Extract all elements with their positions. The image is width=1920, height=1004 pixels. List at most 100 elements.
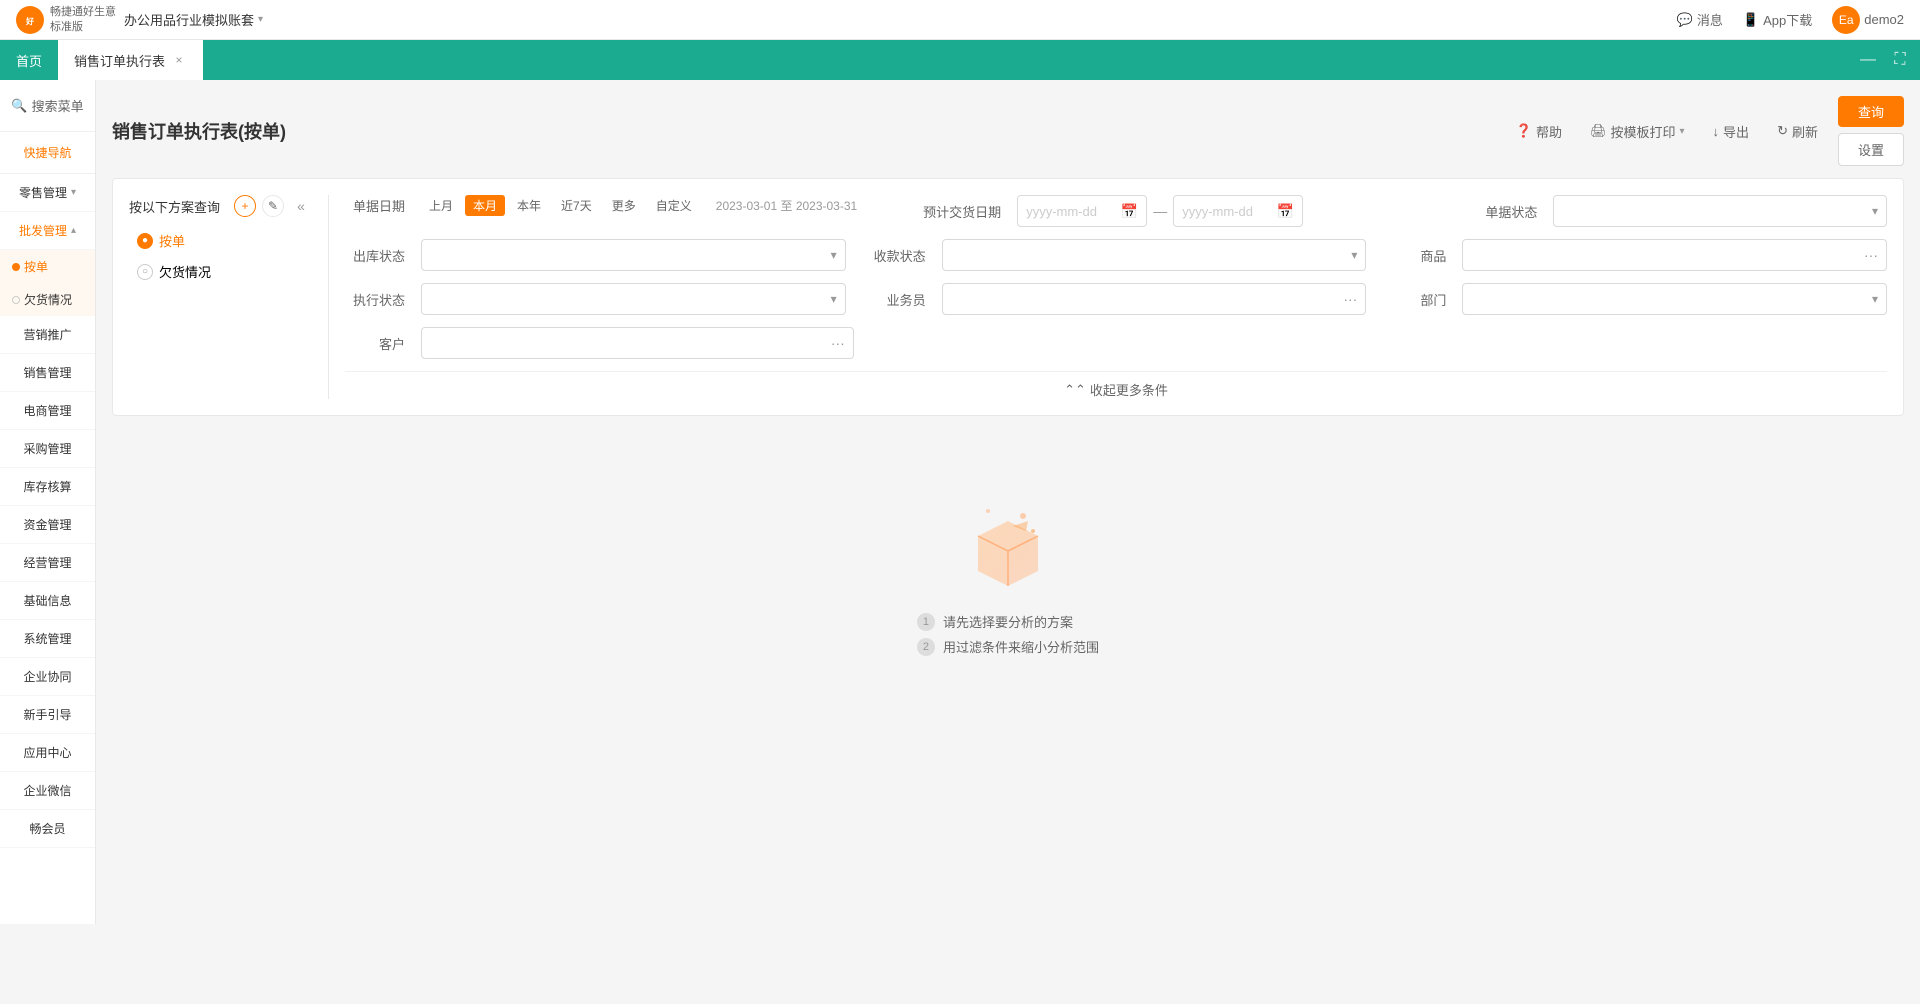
sidebar-item-purchasing[interactable]: 采购管理	[0, 430, 95, 468]
sidebar-item-onboarding[interactable]: 新手引导	[0, 696, 95, 734]
sidebar-item-members[interactable]: 畅会员	[0, 810, 95, 848]
date-tab-this-year[interactable]: 本年	[509, 195, 549, 216]
collapse-panel-button[interactable]: «	[290, 195, 312, 217]
chevron-down-icon: ▾	[1351, 248, 1357, 262]
help-button[interactable]: ❓ 帮助	[1508, 118, 1570, 145]
refresh-icon: ↻	[1777, 123, 1788, 139]
edit-scheme-button[interactable]: ✎	[262, 195, 284, 217]
app-download-button[interactable]: 📱 App下载	[1743, 10, 1812, 29]
tab-minimize-button[interactable]: —	[1856, 48, 1880, 72]
inactive-scheme-dot: ○	[137, 264, 153, 280]
top-header: 好 畅捷通好生意 标准版 办公用品行业模拟账套 ▾ 💬 消息 📱 App下载 E…	[0, 0, 1920, 40]
sidebar-item-ecommerce[interactable]: 电商管理	[0, 392, 95, 430]
filter-left-actions: + ✎ «	[234, 195, 312, 217]
salesperson-select[interactable]: ···	[942, 283, 1367, 315]
salesperson-field: 业务员 ···	[866, 283, 1367, 315]
date-tab-last-7-days[interactable]: 近7天	[553, 195, 600, 216]
empty-step-2: 2 用过滤条件来缩小分析范围	[917, 637, 1099, 656]
user-profile[interactable]: Ea demo2	[1832, 6, 1904, 34]
avatar: Ea	[1832, 6, 1860, 34]
search-icon: 🔍	[11, 98, 27, 114]
delivery-date-end-input[interactable]: yyyy-mm-dd 📅	[1173, 195, 1303, 227]
date-input-group: yyyy-mm-dd 📅 — yyyy-mm-dd 📅	[1017, 195, 1303, 227]
department-label: 部门	[1386, 290, 1446, 309]
goods-select[interactable]: ···	[1462, 239, 1887, 271]
help-icon: ❓	[1516, 123, 1532, 139]
tab-home[interactable]: 首页	[0, 40, 58, 80]
goods-label: 商品	[1386, 246, 1446, 265]
date-tab-custom[interactable]: 自定义	[648, 195, 700, 216]
sidebar-item-inventory[interactable]: 库存核算	[0, 468, 95, 506]
goods-field: 商品 ···	[1386, 239, 1887, 271]
collapse-more-button[interactable]: ⌃⌃ 收起更多条件	[1064, 380, 1168, 399]
delivery-status-select[interactable]: ▾	[421, 239, 846, 271]
inactive-dot-icon	[12, 296, 20, 304]
step-number-1: 1	[917, 613, 935, 631]
tab-close-icon[interactable]: ×	[171, 52, 187, 68]
delivery-status-label: 出库状态	[345, 246, 405, 265]
sidebar-item-enterprise-wechat[interactable]: 企业微信	[0, 772, 95, 810]
delivery-date-start-input[interactable]: yyyy-mm-dd 📅	[1017, 195, 1147, 227]
sidebar-quick-nav[interactable]: 快捷导航	[0, 132, 95, 174]
sidebar-item-operations[interactable]: 经营管理	[0, 544, 95, 582]
page-actions: ❓ 帮助 🖨 按模板打印 ▾ ↓ 导出 ↻ 刷新 查询	[1508, 96, 1904, 166]
messages-button[interactable]: 💬 消息	[1677, 10, 1723, 29]
empty-state-icon	[958, 496, 1058, 596]
department-select[interactable]: ▾	[1462, 283, 1887, 315]
sidebar-item-basic-info[interactable]: 基础信息	[0, 582, 95, 620]
date-field-label: 单据日期	[345, 196, 405, 215]
print-icon: 🖨	[1590, 123, 1607, 139]
submenu-item-shortage[interactable]: 欠货情况	[0, 283, 95, 316]
submenu-item-by-order[interactable]: 按单	[0, 250, 95, 283]
salesperson-label: 业务员	[866, 290, 926, 309]
logo-icon: 好	[16, 6, 44, 34]
download-icon: 📱	[1743, 12, 1759, 28]
date-filter: 上月 本月 本年 近7天 更多 自定义 2023-03-01 至 2023-03…	[421, 195, 857, 216]
sidebar-item-sales[interactable]: 销售管理	[0, 354, 95, 392]
settings-button[interactable]: 设置	[1838, 133, 1904, 166]
status-field: 单据状态 ▾	[1477, 195, 1887, 227]
chevron-down-icon: ▾	[831, 248, 837, 262]
active-dot-icon	[12, 263, 20, 271]
tab-active[interactable]: 销售订单执行表 ×	[58, 40, 203, 80]
sidebar-item-app-center[interactable]: 应用中心	[0, 734, 95, 772]
wholesale-submenu: 按单 欠货情况	[0, 250, 95, 316]
date-tab-last-month[interactable]: 上月	[421, 195, 461, 216]
active-scheme-dot: ●	[137, 233, 153, 249]
empty-state-steps: 1 请先选择要分析的方案 2 用过滤条件来缩小分析范围	[917, 612, 1099, 656]
tab-maximize-button[interactable]: ⛶	[1888, 48, 1912, 72]
scheme-item-by-order[interactable]: ● 按单	[129, 225, 312, 256]
sidebar-search: 🔍 搜索菜单	[0, 80, 95, 132]
sidebar-item-system[interactable]: 系统管理	[0, 620, 95, 658]
customer-select[interactable]: ···	[421, 327, 854, 359]
sidebar-item-retail[interactable]: 零售管理 ▾	[0, 174, 95, 212]
add-scheme-button[interactable]: +	[234, 195, 256, 217]
chevron-down-icon: ▾	[831, 292, 837, 306]
refresh-button[interactable]: ↻ 刷新	[1769, 118, 1826, 145]
execution-status-select[interactable]: ▾	[421, 283, 846, 315]
tab-bar: 首页 销售订单执行表 × — ⛶	[0, 40, 1920, 80]
print-button[interactable]: 🖨 按模板打印 ▾	[1582, 118, 1693, 145]
search-menu-button[interactable]: 🔍 搜索菜单	[8, 90, 87, 121]
filter-left: 按以下方案查询 + ✎ « ● 按单 ○ 欠货情况	[129, 195, 329, 399]
svg-text:好: 好	[25, 16, 34, 26]
search-button[interactable]: 查询	[1838, 96, 1904, 127]
filter-row-1: 单据日期 上月 本月 本年 近7天 更多 自定义 20	[345, 195, 1887, 227]
date-tab-this-month[interactable]: 本月	[465, 195, 505, 216]
filter-layout: 按以下方案查询 + ✎ « ● 按单 ○ 欠货情况	[129, 195, 1887, 399]
sidebar-item-finance[interactable]: 资金管理	[0, 506, 95, 544]
status-select[interactable]: ▾	[1553, 195, 1887, 227]
sidebar-item-marketing[interactable]: 营销推广	[0, 316, 95, 354]
export-icon: ↓	[1713, 124, 1720, 139]
delivery-status-field: 出库状态 ▾	[345, 239, 846, 271]
date-tabs: 上月 本月 本年 近7天 更多 自定义	[421, 195, 700, 216]
collection-status-select[interactable]: ▾	[942, 239, 1367, 271]
industry-selector[interactable]: 办公用品行业模拟账套 ▾	[124, 10, 263, 29]
filter-scheme-title: 按以下方案查询 + ✎ «	[129, 195, 312, 217]
scheme-item-shortage[interactable]: ○ 欠货情况	[129, 256, 312, 287]
date-tab-more[interactable]: 更多	[604, 195, 644, 216]
sidebar-item-enterprise-collab[interactable]: 企业协同	[0, 658, 95, 696]
goods-dots: ···	[1864, 247, 1878, 263]
sidebar-item-wholesale[interactable]: 批发管理 ▴	[0, 212, 95, 250]
export-button[interactable]: ↓ 导出	[1705, 118, 1758, 145]
